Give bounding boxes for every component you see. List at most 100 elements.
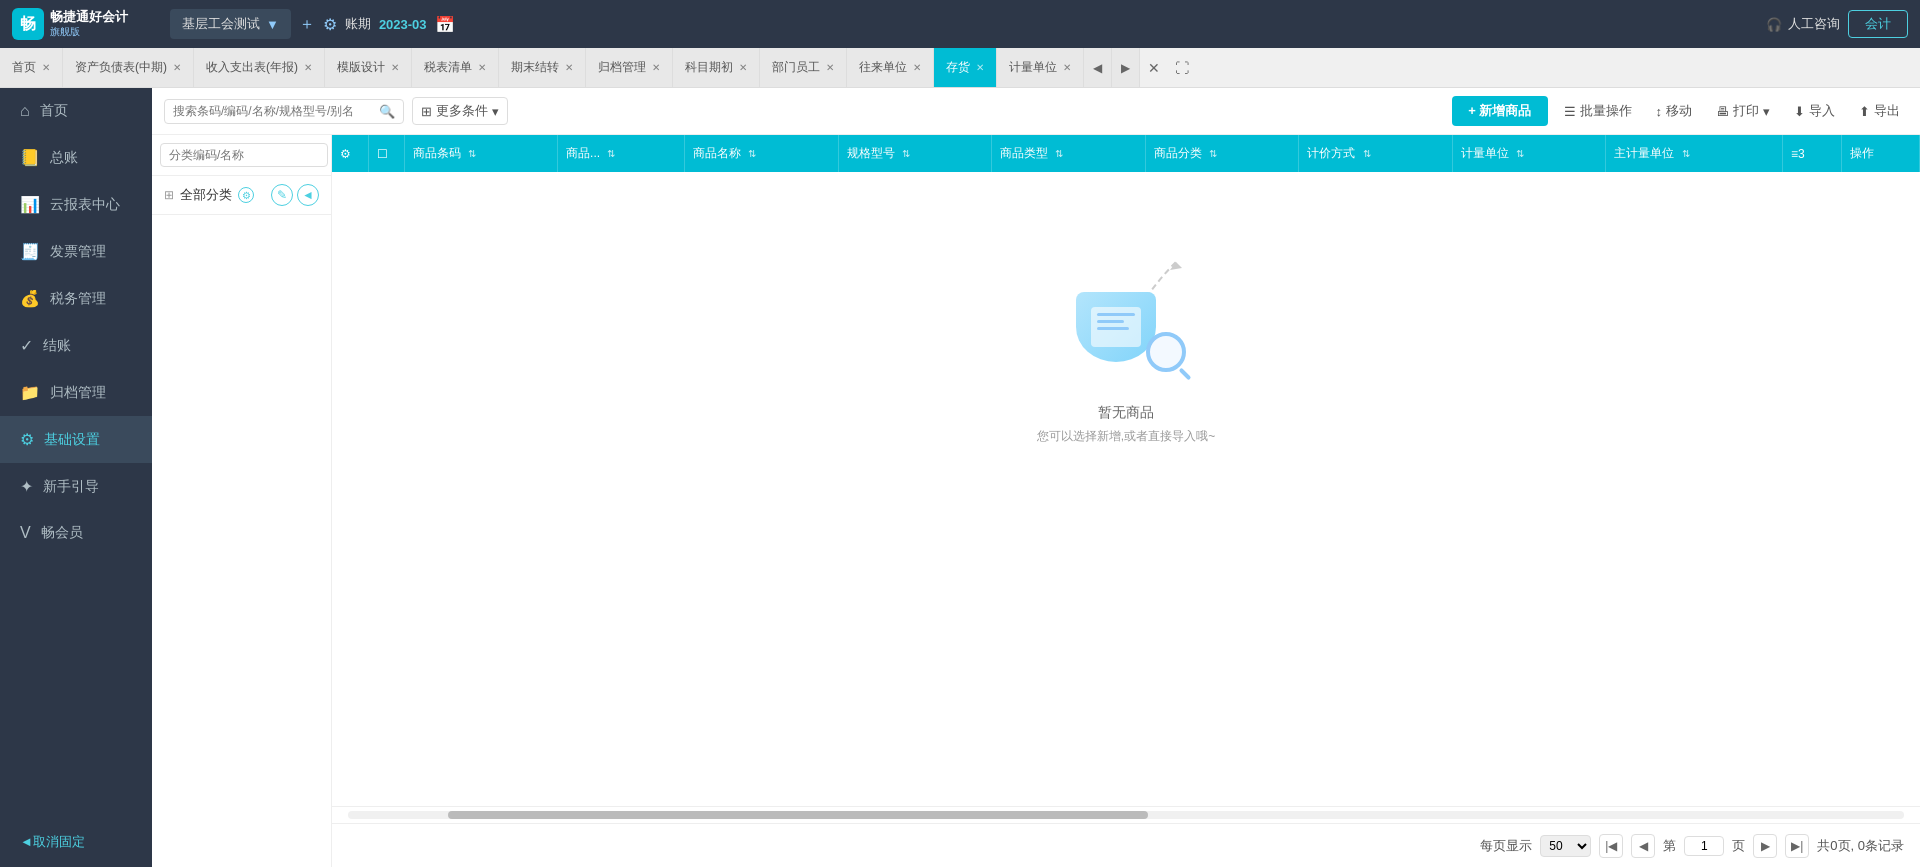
tab-period-end-close[interactable]: ✕: [565, 62, 573, 73]
tab-archive-close[interactable]: ✕: [652, 62, 660, 73]
tab-income-close[interactable]: ✕: [304, 62, 312, 73]
top-toolbar: 🔍 ⊞ 更多条件 ▾ + 新增商品 ☰ 批量操作 ↕ 移动 🖶 打印 ▾: [152, 88, 1920, 135]
export-button[interactable]: ⬆ 导出: [1851, 98, 1908, 124]
tab-archive[interactable]: 归档管理 ✕: [586, 48, 673, 88]
th-pricing[interactable]: 计价方式 ⇅: [1299, 135, 1453, 172]
th-col3-label: ≡3: [1791, 147, 1805, 161]
category-collapse-button[interactable]: ◄: [297, 184, 319, 206]
empty-illustration: [1066, 252, 1186, 372]
sidebar-item-basic[interactable]: ⚙ 基础设置: [0, 416, 152, 463]
basic-icon: ⚙: [20, 430, 34, 449]
tab-subject-close[interactable]: ✕: [739, 62, 747, 73]
move-icon: ↕: [1656, 104, 1663, 119]
tab-expand[interactable]: ⛶: [1168, 48, 1196, 88]
sidebar-item-home[interactable]: ⌂ 首页: [0, 88, 152, 134]
logo-icon: 畅: [12, 8, 44, 40]
tab-scroll-right[interactable]: ▶: [1112, 48, 1140, 88]
sidebar-item-ledger[interactable]: 📒 总账: [0, 134, 152, 181]
headset-icon: 🎧: [1766, 17, 1782, 32]
table-header: ⚙ ☐ 商品条码 ⇅ 商品... ⇅: [332, 135, 1920, 172]
tab-tax[interactable]: 税表清单 ✕: [412, 48, 499, 88]
tab-unit-label: 计量单位: [1009, 59, 1057, 76]
close-accounts-icon: ✓: [20, 336, 33, 355]
th-code[interactable]: 商品... ⇅: [558, 135, 685, 172]
page-size-select[interactable]: 50 10 20 100: [1540, 835, 1591, 857]
export-icon: ⬆: [1859, 104, 1870, 119]
category-grid-icon: ⊞: [164, 188, 174, 202]
tab-partner-close[interactable]: ✕: [913, 62, 921, 73]
th-settings[interactable]: ⚙: [332, 135, 368, 172]
sidebar-item-tax[interactable]: 💰 税务管理: [0, 275, 152, 322]
th-main-unit[interactable]: 主计量单位 ⇅: [1606, 135, 1783, 172]
tab-template-close[interactable]: ✕: [391, 62, 399, 73]
sidebar-item-guide[interactable]: ✦ 新手引导: [0, 463, 152, 510]
sidebar-item-vip[interactable]: V 畅会员: [0, 510, 152, 556]
tab-scroll-left[interactable]: ◀: [1084, 48, 1112, 88]
scrollbar-thumb[interactable]: [448, 811, 1148, 819]
page-next-button[interactable]: ▶: [1753, 834, 1777, 858]
body-area: 🔍 ⊞ 全部分类 ⚙ ✎ ◄: [152, 135, 1920, 867]
category-search-input[interactable]: [160, 143, 328, 167]
batch-action-button[interactable]: ☰ 批量操作: [1556, 98, 1640, 124]
tab-template[interactable]: 模版设计 ✕: [325, 48, 412, 88]
th-unit[interactable]: 计量单位 ⇅: [1452, 135, 1606, 172]
sidebar-unpin[interactable]: ◄取消固定: [0, 817, 152, 867]
account-button[interactable]: 会计: [1848, 10, 1908, 38]
sidebar-item-archive[interactable]: 📁 归档管理: [0, 369, 152, 416]
th-col3[interactable]: ≡3: [1782, 135, 1841, 172]
more-filter-button[interactable]: ⊞ 更多条件 ▾: [412, 97, 508, 125]
move-button[interactable]: ↕ 移动: [1648, 98, 1701, 124]
tab-inventory[interactable]: 存货 ✕: [934, 48, 997, 88]
sidebar-item-home-label: 首页: [40, 102, 68, 120]
calendar-icon[interactable]: 📅: [435, 15, 455, 34]
tab-tax-close[interactable]: ✕: [478, 62, 486, 73]
tab-inventory-close[interactable]: ✕: [976, 62, 984, 73]
content-area: 🔍 ⊞ 更多条件 ▾ + 新增商品 ☰ 批量操作 ↕ 移动 🖶 打印 ▾: [152, 88, 1920, 867]
th-spec[interactable]: 规格型号 ⇅: [838, 135, 992, 172]
print-button[interactable]: 🖶 打印 ▾: [1708, 98, 1778, 124]
sidebar-item-reports[interactable]: 📊 云报表中心: [0, 181, 152, 228]
tab-income[interactable]: 收入支出表(年报) ✕: [194, 48, 325, 88]
th-spec-label: 规格型号: [847, 146, 895, 160]
product-search-icon[interactable]: 🔍: [379, 104, 395, 119]
tab-assets-close[interactable]: ✕: [173, 62, 181, 73]
tab-dept[interactable]: 部门员工 ✕: [760, 48, 847, 88]
add-product-button[interactable]: + 新增商品: [1452, 96, 1547, 126]
filter-dropdown-icon: ▾: [492, 104, 499, 119]
tab-unit[interactable]: 计量单位 ✕: [997, 48, 1084, 88]
workspace-tab[interactable]: 基层工会测试 ▼: [170, 9, 291, 39]
th-name[interactable]: 商品名称 ⇅: [684, 135, 838, 172]
settings-icon[interactable]: ⚙: [323, 15, 337, 34]
product-search-input[interactable]: [173, 104, 373, 118]
move-label: 移动: [1666, 102, 1692, 120]
page-last-button[interactable]: ▶|: [1785, 834, 1809, 858]
sidebar-item-reports-label: 云报表中心: [50, 196, 120, 214]
tab-assets[interactable]: 资产负债表(中期) ✕: [63, 48, 194, 88]
th-checkbox[interactable]: ☐: [368, 135, 404, 172]
tab-dept-close[interactable]: ✕: [826, 62, 834, 73]
tab-unit-close[interactable]: ✕: [1063, 62, 1071, 73]
page-first-button[interactable]: |◀: [1599, 834, 1623, 858]
sidebar-item-invoice[interactable]: 🧾 发票管理: [0, 228, 152, 275]
tab-partner[interactable]: 往来单位 ✕: [847, 48, 934, 88]
th-category[interactable]: 商品分类 ⇅: [1145, 135, 1299, 172]
category-edit-button[interactable]: ✎: [271, 184, 293, 206]
tab-home[interactable]: 首页 ✕: [0, 48, 63, 88]
page-number-input[interactable]: 1: [1684, 836, 1724, 856]
tab-subject[interactable]: 科目期初 ✕: [673, 48, 760, 88]
sort-type-icon: ⇅: [1055, 148, 1063, 159]
tab-home-close[interactable]: ✕: [42, 62, 50, 73]
add-workspace-icon[interactable]: ＋: [299, 14, 315, 35]
page-prev-button[interactable]: ◀: [1631, 834, 1655, 858]
horizontal-scrollbar[interactable]: [332, 806, 1920, 823]
th-barcode[interactable]: 商品条码 ⇅: [404, 135, 558, 172]
sidebar-item-close[interactable]: ✓ 结账: [0, 322, 152, 369]
user-service[interactable]: 🎧 人工咨询: [1766, 15, 1840, 33]
import-button[interactable]: ⬇ 导入: [1786, 98, 1843, 124]
th-type[interactable]: 商品类型 ⇅: [992, 135, 1146, 172]
product-search-box[interactable]: 🔍: [164, 99, 404, 124]
tab-home-label: 首页: [12, 59, 36, 76]
tab-close-all[interactable]: ✕: [1140, 48, 1168, 88]
tab-period-end[interactable]: 期末结转 ✕: [499, 48, 586, 88]
sidebar: ⌂ 首页 📒 总账 📊 云报表中心 🧾 发票管理 💰 税务管理 ✓ 结账 📁 归…: [0, 88, 152, 867]
